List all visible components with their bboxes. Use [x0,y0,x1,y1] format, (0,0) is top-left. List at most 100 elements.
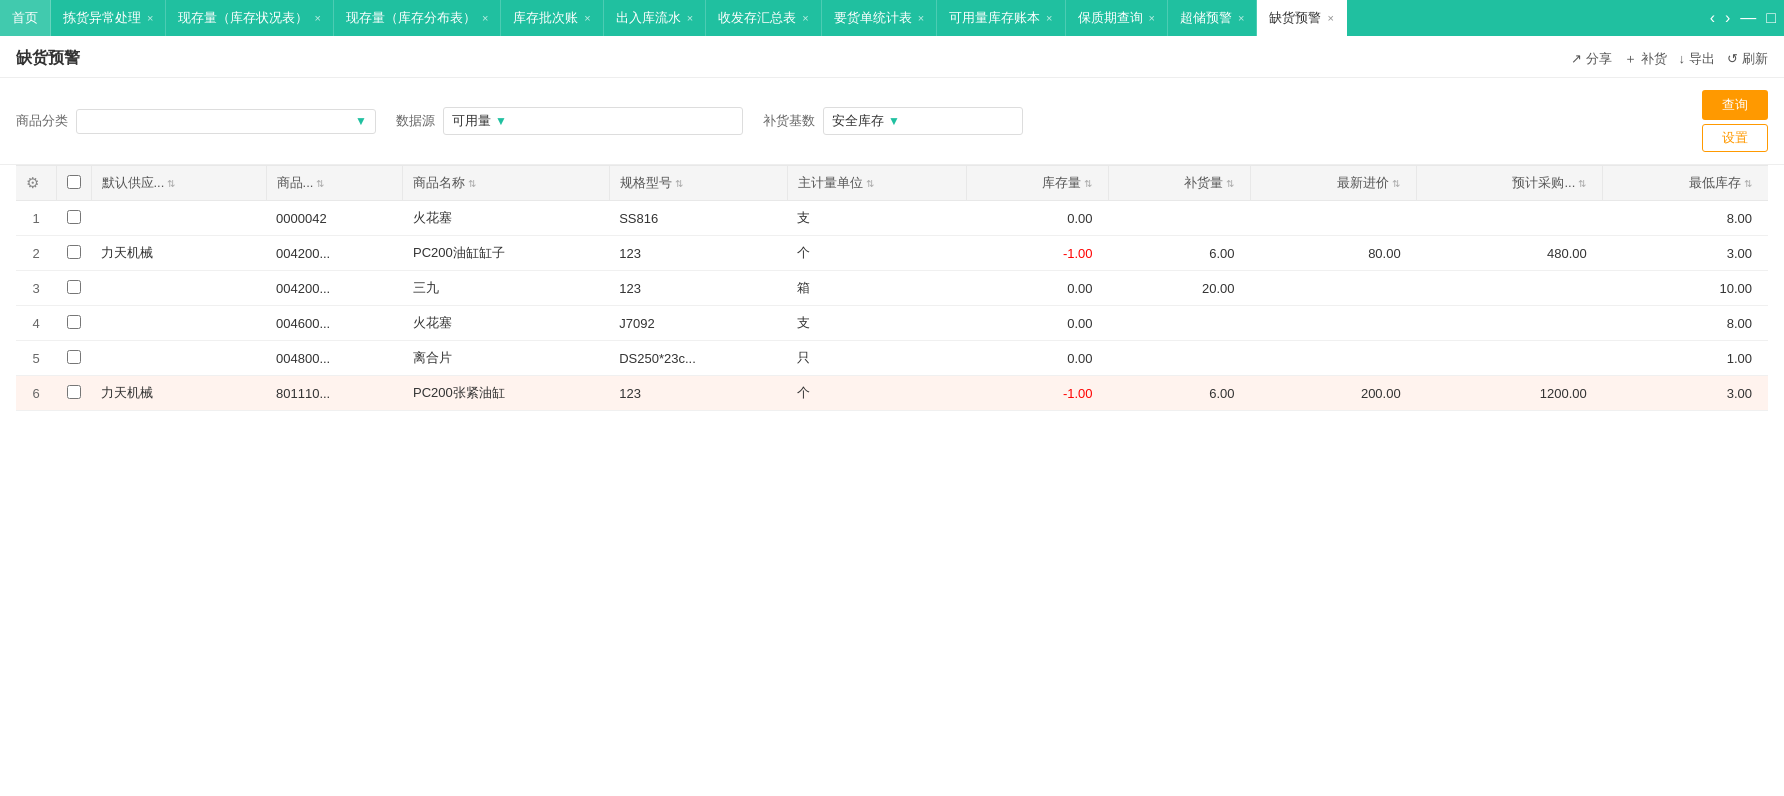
replenish-qty-sort-icon[interactable]: ⇅ [1226,178,1234,189]
tab-close-expiry-query[interactable]: × [1149,12,1155,24]
filter-area: 商品分类 ▼ 数据源 可用量 ▼ 补货基数 安全库存 ▼ 查询 设置 [0,78,1784,165]
tab-close-overstock[interactable]: × [1238,12,1244,24]
row-min-stock-4: 8.00 [1603,306,1768,341]
row-estimated-purchase-3 [1417,271,1603,306]
latest-price-sort-icon[interactable]: ⇅ [1392,178,1400,189]
row-checkbox-cell-4 [56,306,91,341]
row-product-code-1: 0000042 [266,201,403,236]
row-stock-6: -1.00 [966,376,1108,411]
tab-overstock[interactable]: 超储预警 × [1168,0,1257,36]
tab-label-overstock: 超储预警 [1180,9,1232,27]
column-settings-button[interactable]: ⚙ [26,174,39,192]
row-checkbox-1[interactable] [67,210,81,224]
tab-label-home: 首页 [12,9,38,27]
tab-close-inventory-dist[interactable]: × [482,12,488,24]
tab-home[interactable]: 首页 [0,0,51,36]
product-code-sort-icon[interactable]: ⇅ [316,178,324,189]
table-row: 2 力天机械 004200... PC200油缸缸子 123 个 -1.00 6… [16,236,1768,271]
settings-button[interactable]: 设置 [1702,124,1768,152]
tab-close-batch-account[interactable]: × [584,12,590,24]
row-product-code-4: 004600... [266,306,403,341]
tab-close-collect-summary[interactable]: × [802,12,808,24]
query-button[interactable]: 查询 [1702,90,1768,120]
spec-sort-icon[interactable]: ⇅ [675,178,683,189]
col-latest-price: 最新进价 ⇅ [1251,166,1417,201]
col-supplier: 默认供应... ⇅ [91,166,266,201]
supplier-sort-icon[interactable]: ⇅ [167,178,175,189]
datasource-select[interactable]: 可用量 ▼ [443,107,743,135]
select-all-checkbox[interactable] [67,175,81,189]
row-num-1: 1 [16,201,56,236]
tab-close-available-ledger[interactable]: × [1046,12,1052,24]
tab-inventory-dist[interactable]: 现存量（库存分布表）× [334,0,501,36]
unit-sort-icon[interactable]: ⇅ [866,178,874,189]
row-estimated-purchase-5 [1417,341,1603,376]
row-stock-1: 0.00 [966,201,1108,236]
row-product-name-1: 火花塞 [403,201,609,236]
tab-close-abnormal[interactable]: × [147,12,153,24]
tab-minimize-button[interactable]: — [1736,8,1760,28]
refresh-button[interactable]: ↺ 刷新 [1727,50,1768,68]
tab-expiry-query[interactable]: 保质期查询× [1066,0,1168,36]
tab-navigation: ‹ › — □ [1702,8,1784,28]
row-spec-4: J7092 [609,306,787,341]
tab-collect-summary[interactable]: 收发存汇总表× [706,0,821,36]
replenish-button[interactable]: ＋ 补货 [1624,50,1667,68]
tab-maximize-button[interactable]: □ [1762,8,1780,28]
row-replenish-qty-1 [1109,201,1251,236]
category-select[interactable]: ▼ [76,109,376,134]
export-icon: ↓ [1679,51,1686,66]
replenish-base-chevron-icon: ▼ [888,114,900,128]
row-checkbox-6[interactable] [67,385,81,399]
tab-inventory-status[interactable]: 现存量（库存状况表）× [166,0,333,36]
category-chevron-icon: ▼ [355,114,367,128]
row-unit-3: 箱 [787,271,966,306]
tab-prev-button[interactable]: ‹ [1706,8,1719,28]
row-spec-1: SS816 [609,201,787,236]
tab-order-stats[interactable]: 要货单统计表× [822,0,937,36]
replenish-base-label: 补货基数 [763,112,815,130]
row-unit-1: 支 [787,201,966,236]
row-product-code-2: 004200... [266,236,403,271]
row-product-name-5: 离合片 [403,341,609,376]
page-title: 缺货预警 [16,48,1571,69]
datasource-select-value: 可用量 [452,112,491,130]
share-button[interactable]: ↗ 分享 [1571,50,1612,68]
tab-inout-flow[interactable]: 出入库流水× [604,0,706,36]
row-unit-2: 个 [787,236,966,271]
filter-group-replenish-base: 补货基数 安全库存 ▼ [763,107,1023,135]
row-checkbox-5[interactable] [67,350,81,364]
row-estimated-purchase-2: 480.00 [1417,236,1603,271]
replenish-base-select[interactable]: 安全库存 ▼ [823,107,1023,135]
refresh-icon: ↺ [1727,51,1738,66]
tab-close-order-stats[interactable]: × [918,12,924,24]
col-product-name: 商品名称 ⇅ [403,166,609,201]
row-spec-5: DS250*23c... [609,341,787,376]
tab-available-ledger[interactable]: 可用量库存账本× [937,0,1065,36]
row-checkbox-2[interactable] [67,245,81,259]
tab-next-button[interactable]: › [1721,8,1734,28]
table-row: 5 004800... 离合片 DS250*23c... 只 0.00 1.00 [16,341,1768,376]
stock-sort-icon[interactable]: ⇅ [1084,178,1092,189]
min-stock-sort-icon[interactable]: ⇅ [1744,178,1752,189]
tab-close-shortage[interactable]: × [1327,12,1333,24]
row-checkbox-4[interactable] [67,315,81,329]
row-num-6: 6 [16,376,56,411]
row-latest-price-5 [1251,341,1417,376]
tab-close-inventory-status[interactable]: × [314,12,320,24]
row-min-stock-1: 8.00 [1603,201,1768,236]
product-name-sort-icon[interactable]: ⇅ [468,178,476,189]
tab-shortage[interactable]: 缺货预警× [1257,0,1346,36]
export-button[interactable]: ↓ 导出 [1679,50,1716,68]
tab-close-inout-flow[interactable]: × [687,12,693,24]
row-checkbox-3[interactable] [67,280,81,294]
row-latest-price-6: 200.00 [1251,376,1417,411]
row-supplier-4 [91,306,266,341]
estimated-purchase-sort-icon[interactable]: ⇅ [1578,178,1586,189]
row-min-stock-6: 3.00 [1603,376,1768,411]
table-container: ⚙ 默认供应... ⇅ 商品... ⇅ [0,165,1784,427]
tab-batch-account[interactable]: 库存批次账× [501,0,603,36]
tab-abnormal[interactable]: 拣货异常处理× [51,0,166,36]
row-min-stock-2: 3.00 [1603,236,1768,271]
row-replenish-qty-6: 6.00 [1109,376,1251,411]
